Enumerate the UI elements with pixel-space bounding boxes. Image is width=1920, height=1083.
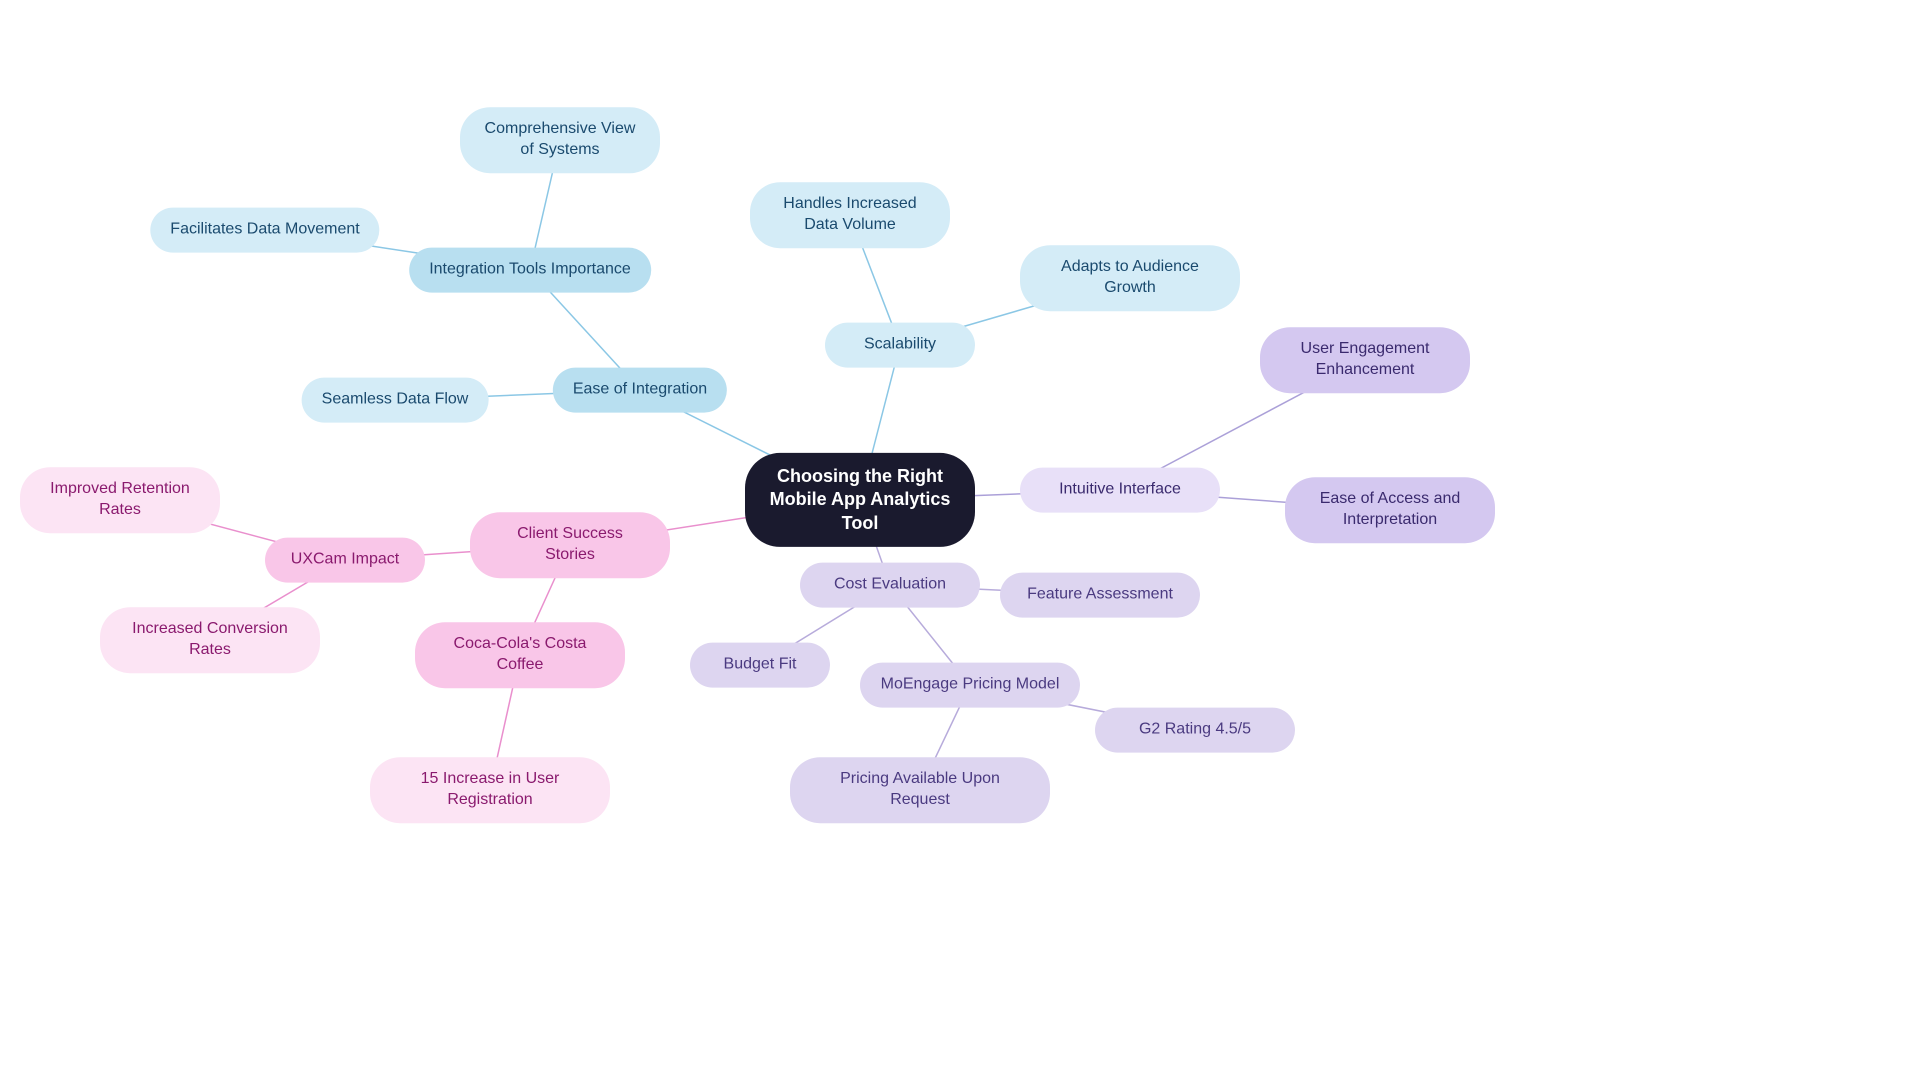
pricing-request-node: Pricing Available Upon Request	[790, 757, 1050, 823]
comprehensive-view-node: Comprehensive View of Systems	[460, 107, 660, 173]
seamless-data-node: Seamless Data Flow	[302, 378, 489, 423]
increased-conversion-node: Increased Conversion Rates	[100, 607, 320, 673]
user-registration-node: 15 Increase in User Registration	[370, 757, 610, 823]
handles-data-node: Handles Increased Data Volume	[750, 182, 950, 248]
mind-map: Choosing the Right Mobile App Analytics …	[0, 0, 1920, 1083]
center-node: Choosing the Right Mobile App Analytics …	[745, 453, 975, 547]
client-success-node: Client Success Stories	[470, 512, 670, 578]
cost-evaluation-node: Cost Evaluation	[800, 563, 980, 608]
facilitates-data-node: Facilitates Data Movement	[150, 208, 379, 253]
adapts-audience-node: Adapts to Audience Growth	[1020, 245, 1240, 311]
moengage-pricing-node: MoEngage Pricing Model	[860, 663, 1080, 708]
coca-cola-node: Coca-Cola's Costa Coffee	[415, 622, 625, 688]
uxcam-impact-node: UXCam Impact	[265, 538, 425, 583]
improved-retention-node: Improved Retention Rates	[20, 467, 220, 533]
user-engagement-node: User Engagement Enhancement	[1260, 327, 1470, 393]
intuitive-interface-node: Intuitive Interface	[1020, 468, 1220, 513]
scalability-node: Scalability	[825, 323, 975, 368]
integration-tools-node: Integration Tools Importance	[409, 248, 651, 293]
g2-rating-node: G2 Rating 4.5/5	[1095, 708, 1295, 753]
ease-of-integration-node: Ease of Integration	[553, 368, 727, 413]
feature-assessment-node: Feature Assessment	[1000, 573, 1200, 618]
ease-access-node: Ease of Access and Interpretation	[1285, 477, 1495, 543]
budget-fit-node: Budget Fit	[690, 643, 830, 688]
